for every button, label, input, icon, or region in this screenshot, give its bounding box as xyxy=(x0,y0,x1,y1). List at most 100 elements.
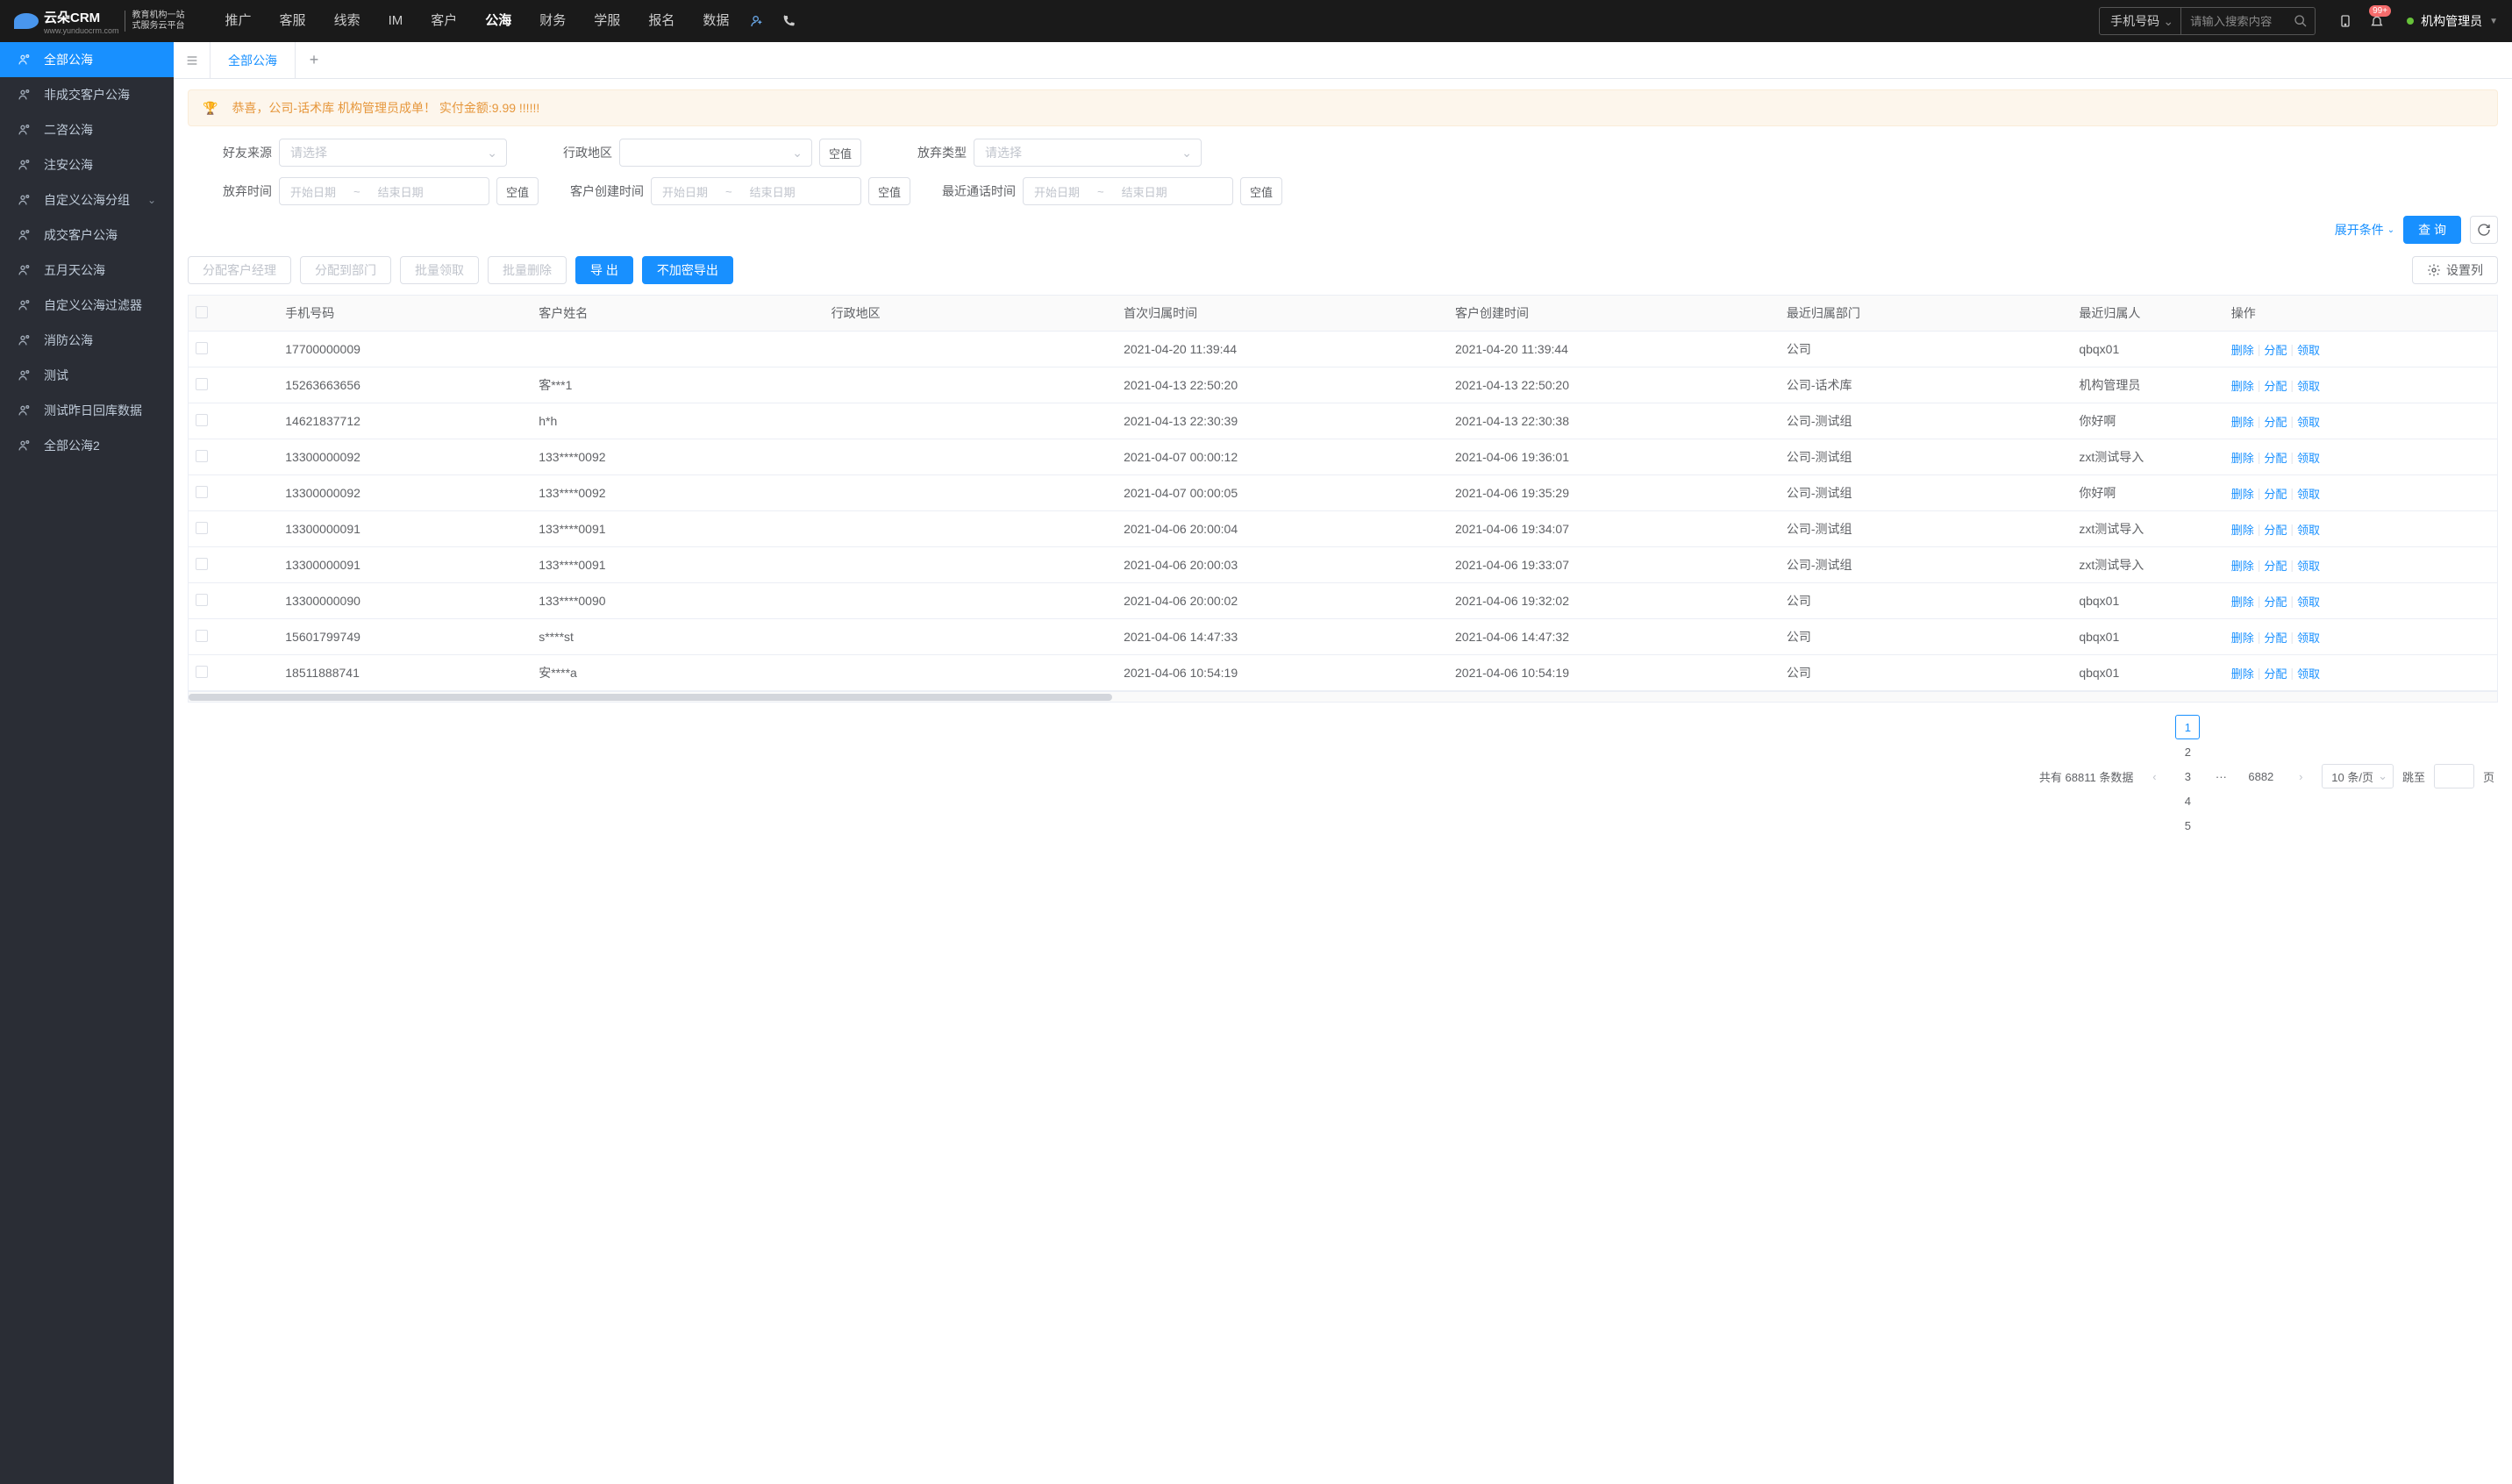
nav-item-1[interactable]: 客服 xyxy=(268,0,318,42)
filter-call-time-empty[interactable]: 空值 xyxy=(1240,177,1282,205)
nav-item-3[interactable]: IM xyxy=(376,0,416,42)
page-button-3[interactable]: 3 xyxy=(2175,764,2200,788)
sidebar-item-6[interactable]: 五月天公海 xyxy=(0,253,174,288)
row-checkbox[interactable] xyxy=(196,486,208,498)
last-page-button[interactable]: 6882 xyxy=(2242,764,2280,788)
search-input[interactable] xyxy=(2181,8,2287,34)
row-delete-link[interactable]: 删除 xyxy=(2231,485,2254,502)
column-settings-button[interactable]: 设置列 xyxy=(2412,256,2498,284)
row-claim-link[interactable]: 领取 xyxy=(2297,377,2320,394)
nav-item-5[interactable]: 公海 xyxy=(473,0,524,42)
row-claim-link[interactable]: 领取 xyxy=(2297,341,2320,358)
search-type-select[interactable]: 手机号码 xyxy=(2100,8,2181,34)
row-checkbox[interactable] xyxy=(196,522,208,534)
batch-delete-button[interactable]: 批量删除 xyxy=(488,256,567,284)
sidebar-item-4[interactable]: 自定义公海分组⌄ xyxy=(0,182,174,218)
sidebar-item-7[interactable]: 自定义公海过滤器 xyxy=(0,288,174,323)
export-button[interactable]: 导 出 xyxy=(575,256,633,284)
tab-add-button[interactable]: + xyxy=(296,51,332,69)
sidebar-item-9[interactable]: 测试 xyxy=(0,358,174,393)
tab-all-public[interactable]: 全部公海 xyxy=(211,42,296,79)
filter-region-select[interactable] xyxy=(619,139,812,167)
expand-filters-link[interactable]: 展开条件 ⌄ xyxy=(2335,221,2394,239)
assign-manager-button[interactable]: 分配客户经理 xyxy=(188,256,291,284)
page-button-5[interactable]: 5 xyxy=(2175,813,2200,838)
row-delete-link[interactable]: 删除 xyxy=(2231,341,2254,358)
row-claim-link[interactable]: 领取 xyxy=(2297,413,2320,430)
export-plain-button[interactable]: 不加密导出 xyxy=(642,256,733,284)
nav-item-2[interactable]: 线索 xyxy=(322,0,373,42)
page-ellipsis[interactable]: ··· xyxy=(2209,764,2233,788)
row-delete-link[interactable]: 删除 xyxy=(2231,665,2254,681)
collapse-sidebar-icon[interactable] xyxy=(174,42,211,79)
refresh-button[interactable] xyxy=(2470,216,2498,244)
row-assign-link[interactable]: 分配 xyxy=(2264,593,2287,610)
sidebar-item-11[interactable]: 全部公海2 xyxy=(0,428,174,463)
sidebar-item-5[interactable]: 成交客户公海 xyxy=(0,218,174,253)
row-delete-link[interactable]: 删除 xyxy=(2231,629,2254,646)
page-button-2[interactable]: 2 xyxy=(2175,739,2200,764)
row-checkbox[interactable] xyxy=(196,414,208,426)
add-user-icon[interactable] xyxy=(741,0,773,42)
sidebar-item-1[interactable]: 非成交客户公海 xyxy=(0,77,174,112)
row-checkbox[interactable] xyxy=(196,450,208,462)
filter-source-select[interactable]: 请选择 xyxy=(279,139,507,167)
row-assign-link[interactable]: 分配 xyxy=(2264,521,2287,538)
row-checkbox[interactable] xyxy=(196,558,208,570)
select-all-checkbox[interactable] xyxy=(196,306,208,318)
sidebar-item-2[interactable]: 二咨公海 xyxy=(0,112,174,147)
nav-item-4[interactable]: 客户 xyxy=(418,0,469,42)
user-menu[interactable]: 机构管理员 ▼ xyxy=(2407,12,2498,30)
row-assign-link[interactable]: 分配 xyxy=(2264,449,2287,466)
row-checkbox[interactable] xyxy=(196,378,208,390)
row-checkbox[interactable] xyxy=(196,342,208,354)
row-claim-link[interactable]: 领取 xyxy=(2297,557,2320,574)
batch-claim-button[interactable]: 批量领取 xyxy=(400,256,479,284)
filter-region-empty[interactable]: 空值 xyxy=(819,139,861,167)
sidebar-item-10[interactable]: 测试昨日回库数据 xyxy=(0,393,174,428)
row-checkbox[interactable] xyxy=(196,630,208,642)
row-delete-link[interactable]: 删除 xyxy=(2231,449,2254,466)
page-button-4[interactable]: 4 xyxy=(2175,788,2200,813)
page-button-1[interactable]: 1 xyxy=(2175,715,2200,739)
row-delete-link[interactable]: 删除 xyxy=(2231,521,2254,538)
nav-item-8[interactable]: 报名 xyxy=(636,0,687,42)
row-assign-link[interactable]: 分配 xyxy=(2264,377,2287,394)
row-claim-link[interactable]: 领取 xyxy=(2297,521,2320,538)
row-claim-link[interactable]: 领取 xyxy=(2297,485,2320,502)
sidebar-item-0[interactable]: 全部公海 xyxy=(0,42,174,77)
row-assign-link[interactable]: 分配 xyxy=(2264,413,2287,430)
next-page-button[interactable]: › xyxy=(2288,764,2313,788)
row-assign-link[interactable]: 分配 xyxy=(2264,629,2287,646)
row-delete-link[interactable]: 删除 xyxy=(2231,377,2254,394)
nav-item-9[interactable]: 数据 xyxy=(690,0,741,42)
sidebar-item-3[interactable]: 注安公海 xyxy=(0,147,174,182)
assign-dept-button[interactable]: 分配到部门 xyxy=(300,256,391,284)
row-delete-link[interactable]: 删除 xyxy=(2231,557,2254,574)
row-checkbox[interactable] xyxy=(196,666,208,678)
search-button[interactable] xyxy=(2287,8,2315,34)
notification-icon[interactable]: 99+ xyxy=(2361,0,2393,42)
filter-abandon-type-select[interactable]: 请选择 xyxy=(974,139,1202,167)
page-size-select[interactable]: 10 条/页 xyxy=(2322,764,2394,788)
prev-page-button[interactable]: ‹ xyxy=(2142,764,2166,788)
filter-call-time-range[interactable]: 开始日期 ~ 结束日期 xyxy=(1023,177,1233,205)
jump-page-input[interactable] xyxy=(2434,764,2474,788)
row-claim-link[interactable]: 领取 xyxy=(2297,665,2320,681)
filter-create-time-empty[interactable]: 空值 xyxy=(868,177,910,205)
nav-item-0[interactable]: 推广 xyxy=(213,0,264,42)
horizontal-scrollbar[interactable] xyxy=(189,691,2497,702)
row-delete-link[interactable]: 删除 xyxy=(2231,593,2254,610)
filter-abandon-time-range[interactable]: 开始日期 ~ 结束日期 xyxy=(279,177,489,205)
row-claim-link[interactable]: 领取 xyxy=(2297,449,2320,466)
filter-abandon-time-empty[interactable]: 空值 xyxy=(496,177,539,205)
row-claim-link[interactable]: 领取 xyxy=(2297,629,2320,646)
row-assign-link[interactable]: 分配 xyxy=(2264,557,2287,574)
nav-item-7[interactable]: 学服 xyxy=(582,0,632,42)
row-claim-link[interactable]: 领取 xyxy=(2297,593,2320,610)
row-delete-link[interactable]: 删除 xyxy=(2231,413,2254,430)
phone-icon[interactable] xyxy=(773,0,804,42)
query-button[interactable]: 查 询 xyxy=(2403,216,2461,244)
logo[interactable]: 云朵CRM www.yunduocrm.com 教育机构一站 式服务云平台 xyxy=(14,8,199,35)
filter-create-time-range[interactable]: 开始日期 ~ 结束日期 xyxy=(651,177,861,205)
